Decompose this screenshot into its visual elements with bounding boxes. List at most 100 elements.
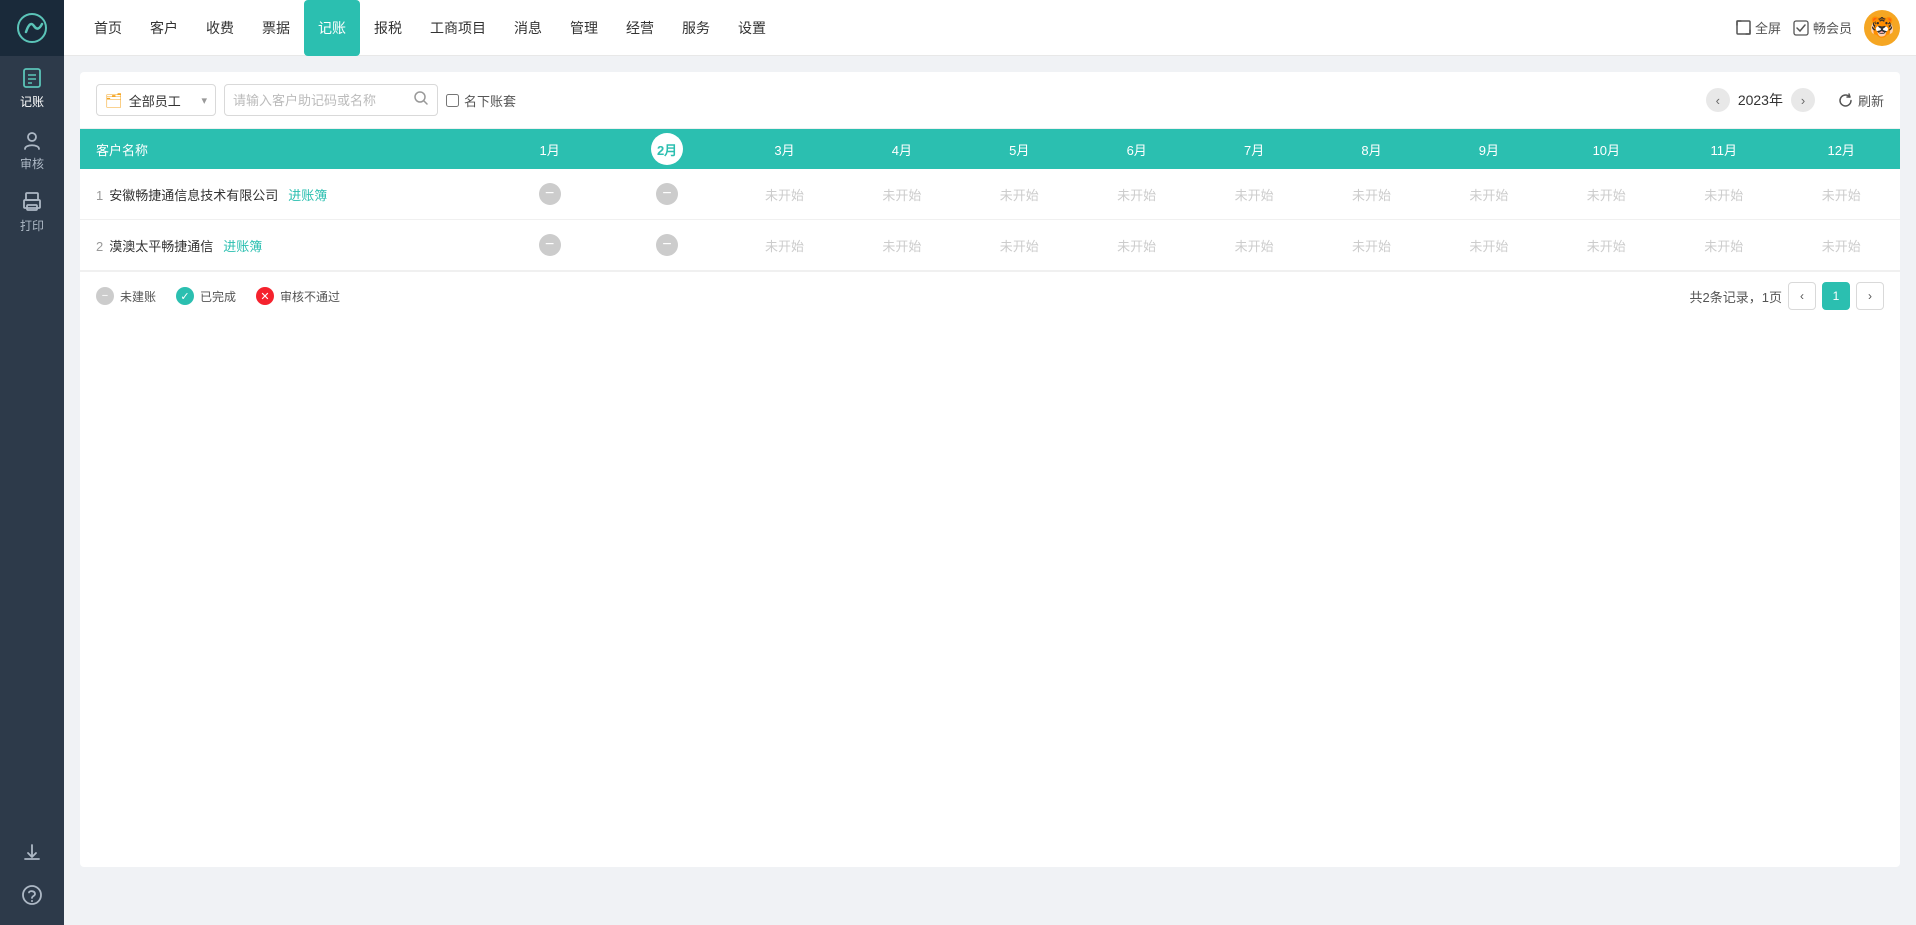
col-header-m9: 9月 — [1430, 129, 1547, 169]
prev-year-button[interactable]: ‹ — [1706, 88, 1730, 112]
col-header-m8: 8月 — [1313, 129, 1430, 169]
my-accounts-check[interactable] — [446, 94, 459, 107]
content-area: 🗂 全部员工 ▾ 名下账套 — [64, 56, 1916, 925]
month-1-cell[interactable]: − — [491, 169, 608, 220]
pagination: 共2条记录，1页 ‹ 1 › — [1690, 282, 1884, 310]
row-index: 1 — [96, 188, 103, 203]
fullscreen-icon — [1736, 20, 1751, 35]
nav-invoice[interactable]: 票据 — [248, 0, 304, 56]
nav-settings[interactable]: 设置 — [724, 0, 780, 56]
sidebar: 记账 审核 打印 — [0, 0, 64, 925]
row-index: 2 — [96, 239, 103, 254]
enter-ledger-link[interactable]: 进账簿 — [288, 188, 327, 203]
done-label: 已完成 — [200, 288, 236, 305]
month-7-cell: 未开始 — [1195, 220, 1312, 271]
nav-client[interactable]: 客户 — [136, 0, 192, 56]
member-button[interactable]: 畅会员 — [1793, 18, 1852, 37]
month-2-cell[interactable]: − — [608, 169, 725, 220]
nav-message[interactable]: 消息 — [500, 0, 556, 56]
search-wrapper[interactable] — [224, 84, 438, 116]
status-not-started-icon: − — [539, 234, 561, 256]
year-nav: ‹ 2023年 › — [1706, 88, 1815, 112]
sidebar-bottom — [0, 831, 64, 925]
fullscreen-button[interactable]: 全屏 — [1736, 18, 1781, 37]
month-10-cell: 未开始 — [1548, 220, 1665, 271]
month-5-cell: 未开始 — [961, 220, 1078, 271]
legend-not-started: − 未建账 — [96, 287, 156, 305]
month-4-cell: 未开始 — [843, 169, 960, 220]
nav-business[interactable]: 工商项目 — [416, 0, 500, 56]
col-header-m11: 11月 — [1665, 129, 1782, 169]
nav-charge[interactable]: 收费 — [192, 0, 248, 56]
sidebar-item-audit[interactable]: 审核 — [0, 118, 64, 180]
fullscreen-label: 全屏 — [1755, 18, 1781, 37]
month-10-cell: 未开始 — [1548, 169, 1665, 220]
print-icon — [20, 190, 44, 214]
col-header-m6: 6月 — [1078, 129, 1195, 169]
status-not-started-icon: − — [656, 183, 678, 205]
app-logo — [0, 0, 64, 56]
sidebar-item-ledger[interactable]: 记账 — [0, 56, 64, 118]
month-2-cell[interactable]: − — [608, 220, 725, 271]
table-row: 1安徽畅捷通信息技术有限公司进账簿−−未开始未开始未开始未开始未开始未开始未开始… — [80, 169, 1900, 220]
prev-page-button[interactable]: ‹ — [1788, 282, 1816, 310]
nav-ledger[interactable]: 记账 — [304, 0, 360, 56]
month-3-cell: 未开始 — [726, 220, 843, 271]
status-not-started-icon: − — [656, 234, 678, 256]
client-name-cell: 2 漠澳太平畅捷通信进账簿 — [80, 220, 491, 271]
chevron-down-icon: ▾ — [201, 94, 207, 107]
ledger-table: 客户名称 1月 2月 3月 4月 5月 6月 7月 — [80, 129, 1900, 271]
sidebar-item-help[interactable] — [0, 873, 64, 915]
not-started-dot: − — [96, 287, 114, 305]
col-header-m10: 10月 — [1548, 129, 1665, 169]
client-name-cell: 1 安徽畅捷通信息技术有限公司进账簿 — [80, 169, 491, 220]
refresh-button[interactable]: 刷新 — [1839, 91, 1884, 110]
col-header-m7: 7月 — [1195, 129, 1312, 169]
legend-rejected: ✕ 审核不通过 — [256, 287, 340, 305]
my-accounts-checkbox[interactable]: 名下账套 — [446, 91, 516, 110]
page-1-button[interactable]: 1 — [1822, 282, 1850, 310]
table-wrapper: 客户名称 1月 2月 3月 4月 5月 6月 7月 — [80, 129, 1900, 271]
sidebar-item-download[interactable] — [0, 831, 64, 873]
refresh-icon — [1839, 93, 1854, 108]
sidebar-item-print[interactable]: 打印 — [0, 180, 64, 242]
table-footer: − 未建账 ✓ 已完成 ✕ 审核不通过 共2条记录， — [80, 271, 1900, 320]
nav-service[interactable]: 服务 — [668, 0, 724, 56]
month-7-cell: 未开始 — [1195, 169, 1312, 220]
nav-tax[interactable]: 报税 — [360, 0, 416, 56]
sidebar-ledger-label: 记账 — [20, 93, 44, 110]
content-card: 🗂 全部员工 ▾ 名下账套 — [80, 72, 1900, 867]
search-input[interactable] — [233, 93, 413, 108]
month-4-cell: 未开始 — [843, 220, 960, 271]
month-12-cell: 未开始 — [1782, 169, 1900, 220]
nav-operation[interactable]: 经营 — [612, 0, 668, 56]
client-name: 安徽畅捷通信息技术有限公司 — [109, 188, 278, 203]
month-11-cell: 未开始 — [1665, 220, 1782, 271]
refresh-label: 刷新 — [1858, 91, 1884, 110]
enter-ledger-link[interactable]: 进账簿 — [223, 239, 262, 254]
rejected-label: 审核不通过 — [280, 288, 340, 305]
month-8-cell: 未开始 — [1313, 169, 1430, 220]
month-9-cell: 未开始 — [1430, 169, 1547, 220]
legend-done: ✓ 已完成 — [176, 287, 236, 305]
client-name: 漠澳太平畅捷通信 — [109, 239, 213, 254]
month-6-cell: 未开始 — [1078, 220, 1195, 271]
help-icon — [20, 883, 44, 907]
active-month-circle: 2月 — [651, 133, 683, 165]
next-page-button[interactable]: › — [1856, 282, 1884, 310]
nav-manage[interactable]: 管理 — [556, 0, 612, 56]
search-icon — [413, 90, 429, 106]
user-avatar[interactable]: 🐯 — [1864, 10, 1900, 46]
my-accounts-label: 名下账套 — [464, 91, 516, 110]
ledger-icon — [20, 66, 44, 90]
next-year-button[interactable]: › — [1791, 88, 1815, 112]
col-header-m2: 2月 — [608, 129, 725, 169]
nav-home[interactable]: 首页 — [80, 0, 136, 56]
table-row: 2漠澳太平畅捷通信进账簿−−未开始未开始未开始未开始未开始未开始未开始未开始未开… — [80, 220, 1900, 271]
employee-select[interactable]: 🗂 全部员工 ▾ — [96, 84, 216, 116]
search-button[interactable] — [413, 90, 429, 110]
month-1-cell[interactable]: − — [491, 220, 608, 271]
month-5-cell: 未开始 — [961, 169, 1078, 220]
main-area: 首页 客户 收费 票据 记账 报税 工商项目 消息 管理 经营 服务 设置 全屏 — [64, 0, 1916, 925]
download-icon — [20, 841, 44, 865]
